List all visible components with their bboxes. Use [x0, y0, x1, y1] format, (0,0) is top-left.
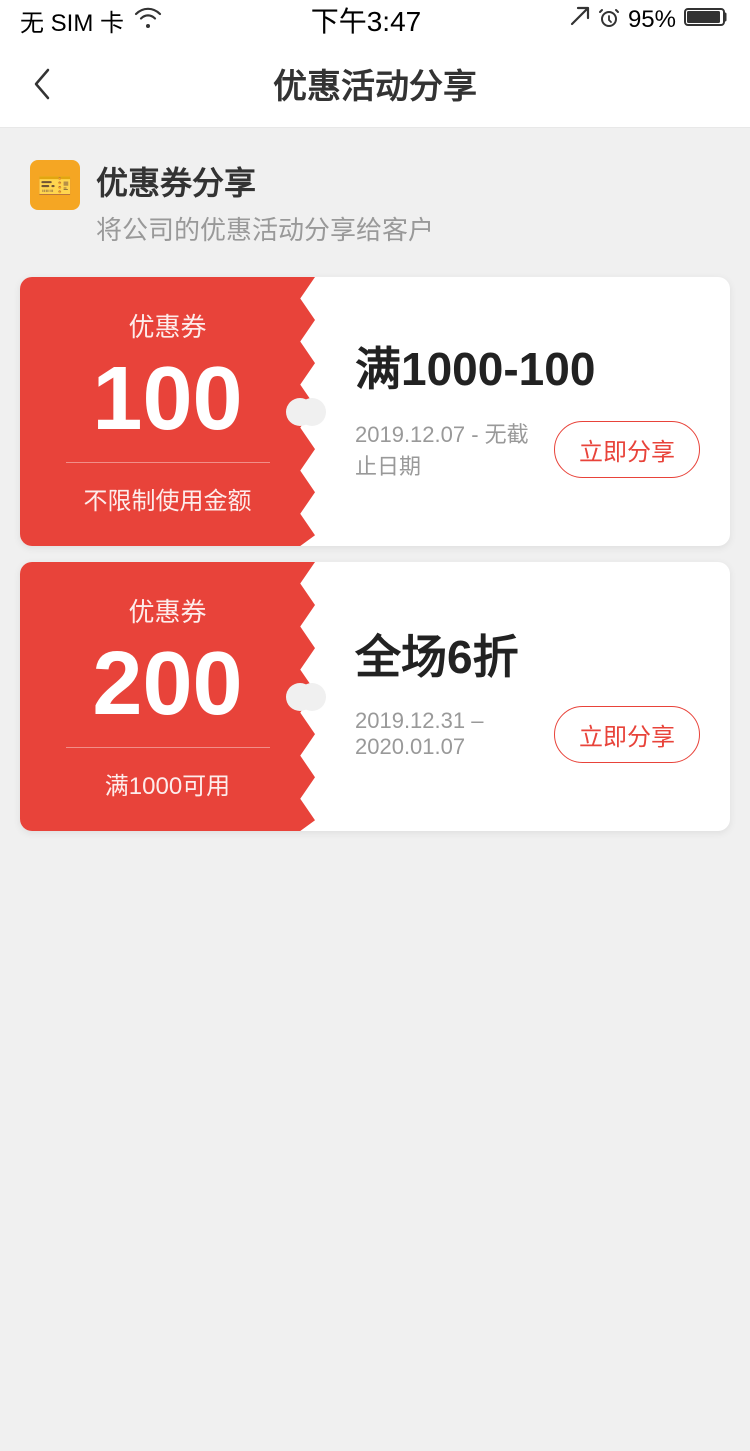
coupon-date: 2019.12.31 – 2020.01.07	[355, 708, 544, 760]
coupon-name: 全场6折	[355, 630, 700, 685]
status-time: 下午3:47	[311, 0, 422, 40]
coupon-right-panel: 满1000-100 2019.12.07 - 无截止日期 立即分享	[315, 277, 730, 546]
section-icon: 🎫	[30, 160, 80, 210]
coupon-divider	[66, 462, 270, 463]
status-bar: 无 SIM 卡 下午3:47 95%	[0, 0, 750, 40]
section-title: 优惠券分享	[96, 158, 434, 204]
coupon-name: 满1000-100	[355, 342, 700, 397]
share-button[interactable]: 立即分享	[554, 706, 700, 763]
location-icon	[570, 6, 590, 35]
coupon-left-panel: 优惠券 200 满1000可用	[20, 562, 315, 831]
coupon-list: 优惠券 100 不限制使用金额 满1000-100 2019.12.07 - 无…	[0, 267, 750, 851]
wifi-icon	[134, 6, 162, 35]
coupon-amount: 200	[92, 639, 242, 729]
coupon-condition: 不限制使用金额	[84, 481, 252, 516]
nav-bar: 优惠活动分享	[0, 40, 750, 128]
coupon-meta: 2019.12.07 - 无截止日期 立即分享	[355, 417, 700, 481]
coupon-date: 2019.12.07 - 无截止日期	[355, 417, 544, 481]
coupon-item: 优惠券 100 不限制使用金额 满1000-100 2019.12.07 - 无…	[20, 277, 730, 546]
alarm-icon	[598, 6, 620, 35]
battery-percent: 95%	[628, 6, 676, 34]
coupon-left-panel: 优惠券 100 不限制使用金额	[20, 277, 315, 546]
coupon-right-panel: 全场6折 2019.12.31 – 2020.01.07 立即分享	[315, 562, 730, 831]
coupon-label: 优惠券	[128, 307, 206, 344]
bottom-space	[0, 851, 750, 1451]
share-button[interactable]: 立即分享	[554, 421, 700, 478]
coupon-condition: 满1000可用	[105, 766, 230, 801]
status-right: 95%	[570, 6, 730, 35]
coupon-label: 优惠券	[128, 592, 206, 629]
section-subtitle: 将公司的优惠活动分享给客户	[96, 210, 434, 247]
coupon-item: 优惠券 200 满1000可用 全场6折 2019.12.31 – 2020.0…	[20, 562, 730, 831]
section-header: 🎫 优惠券分享 将公司的优惠活动分享给客户	[0, 128, 750, 267]
page-title: 优惠活动分享	[273, 59, 477, 108]
back-button[interactable]	[30, 64, 54, 104]
carrier-label: 无 SIM 卡	[20, 3, 124, 38]
coupon-amount: 100	[92, 354, 242, 444]
status-left: 无 SIM 卡	[20, 3, 162, 38]
coupon-divider	[66, 747, 270, 748]
battery-icon	[684, 6, 730, 35]
coupon-meta: 2019.12.31 – 2020.01.07 立即分享	[355, 706, 700, 763]
